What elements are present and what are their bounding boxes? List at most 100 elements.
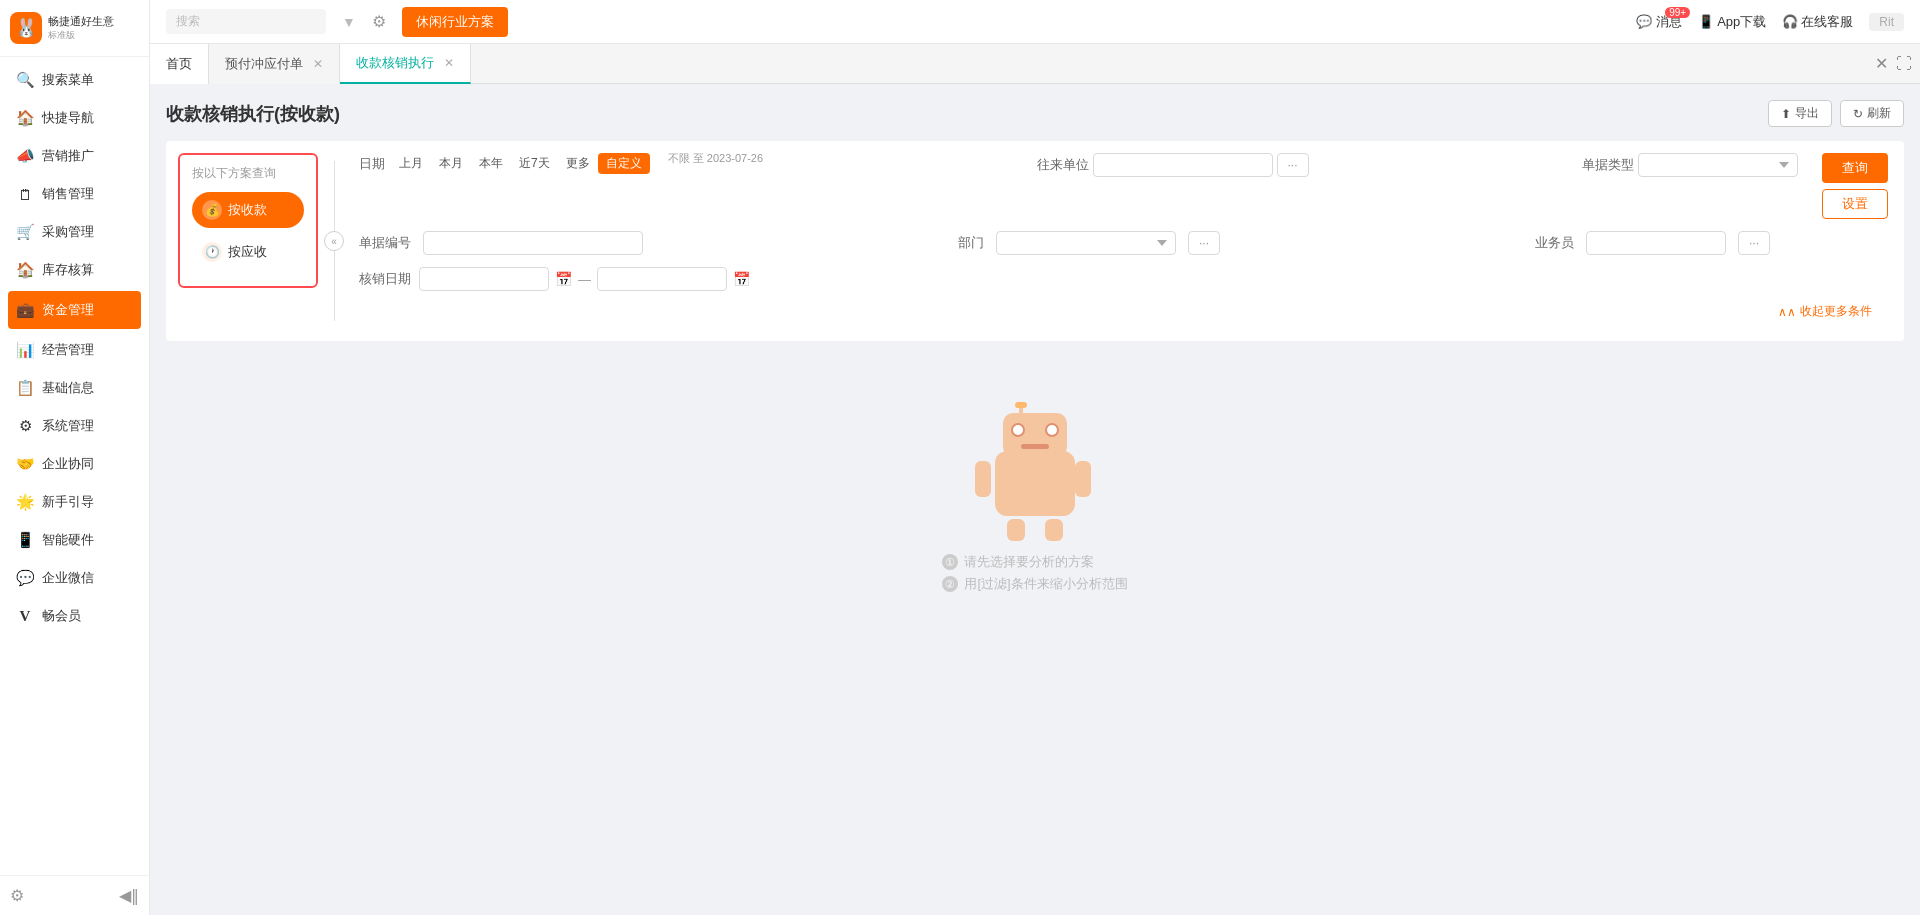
app-download-icon: 📱 bbox=[1698, 14, 1714, 29]
date-tab-more[interactable]: 更多 bbox=[558, 153, 598, 174]
tab-prepay-close[interactable]: ✕ bbox=[313, 57, 323, 71]
sidebar-item-label: 搜索菜单 bbox=[42, 71, 94, 89]
robot-eye-right bbox=[1047, 425, 1057, 435]
dept-ellipsis-btn[interactable]: ··· bbox=[1188, 231, 1220, 255]
bill-type-select[interactable] bbox=[1638, 153, 1798, 177]
verify-date-start-calendar-icon[interactable]: 📅 bbox=[555, 271, 572, 287]
verify-date-end-calendar-icon[interactable]: 📅 bbox=[733, 271, 750, 287]
main-area: 搜索 ▼ ⚙ 休闲行业方案 💬 消息 99+ 📱 App下载 🎧 在线客服 Ri… bbox=[150, 0, 1920, 915]
tab-home[interactable]: 首页 bbox=[150, 44, 209, 84]
sidebar-item-member[interactable]: V 畅会员 bbox=[0, 597, 149, 635]
sidebar-logo: 🐰 畅捷通好生意 标准版 bbox=[0, 0, 149, 57]
tab-receipt-close[interactable]: ✕ bbox=[444, 56, 454, 70]
sidebar-item-marketing[interactable]: 📣 营销推广 bbox=[0, 137, 149, 175]
sidebar-nav: 🔍 搜索菜单 🏠 快捷导航 📣 营销推广 🗒 销售管理 🛒 采购管理 🏠 库存核… bbox=[0, 57, 149, 875]
collapse-sidebar-icon[interactable]: ◀‖ bbox=[119, 886, 139, 905]
sidebar-item-operation[interactable]: 📊 经营管理 bbox=[0, 331, 149, 369]
dept-label: 部门 bbox=[958, 234, 984, 252]
collapse-more-btn[interactable]: ∧∧ 收起更多条件 bbox=[1762, 299, 1888, 328]
sidebar-item-label: 经营管理 bbox=[42, 341, 94, 359]
sales-icon: 🗒 bbox=[16, 186, 34, 203]
sidebar-item-label: 企业微信 bbox=[42, 569, 94, 587]
robot-arm-left bbox=[975, 461, 991, 497]
page-title-row: 收款核销执行(按收款) ⬆ 导出 ↻ 刷新 bbox=[166, 100, 1904, 127]
tab-close-icon[interactable]: ✕ bbox=[1875, 54, 1888, 73]
guide-icon: 🌟 bbox=[16, 493, 34, 511]
bill-num-input[interactable] bbox=[423, 231, 643, 255]
date-tabs: 上月 本月 本年 近7天 更多 自定义 bbox=[391, 153, 650, 174]
sidebar-item-purchase[interactable]: 🛒 采购管理 bbox=[0, 213, 149, 251]
topbar-search-box: 搜索 bbox=[166, 9, 326, 34]
verify-date-start-input[interactable]: 2023-03-01 bbox=[419, 267, 549, 291]
page-actions: ⬆ 导出 ↻ 刷新 bbox=[1768, 100, 1904, 127]
date-tab-7days[interactable]: 近7天 bbox=[511, 153, 558, 174]
query-button[interactable]: 查询 bbox=[1822, 153, 1888, 183]
verify-date-end-input[interactable]: 2023-07-21 bbox=[597, 267, 727, 291]
online-service-link[interactable]: 🎧 在线客服 bbox=[1782, 13, 1853, 31]
topbar-gear-icon[interactable]: ⚙ bbox=[372, 12, 386, 31]
topbar-dropdown-icon[interactable]: ▼ bbox=[342, 14, 356, 30]
date-tab-lastmonth[interactable]: 上月 bbox=[391, 153, 431, 174]
filter-option-by-receivable[interactable]: 🕐 按应收 bbox=[192, 234, 304, 270]
message-count: 99+ bbox=[1665, 7, 1690, 18]
content-area: 收款核销执行(按收款) ⬆ 导出 ↻ 刷新 按以下方案查询 💰 bbox=[150, 84, 1920, 915]
verify-date-range: 2023-03-01 📅 — 2023-07-21 📅 bbox=[419, 267, 750, 291]
date-tab-thisyear[interactable]: 本年 bbox=[471, 153, 511, 174]
empty-tip-2: ② 用[过滤]条件来缩小分析范围 bbox=[942, 575, 1127, 593]
sidebar-item-label: 库存核算 bbox=[42, 261, 94, 279]
sidebar-item-guide[interactable]: 🌟 新手引导 bbox=[0, 483, 149, 521]
staff-input[interactable] bbox=[1586, 231, 1726, 255]
sidebar-item-sales[interactable]: 🗒 销售管理 bbox=[0, 175, 149, 213]
sidebar-item-label: 畅会员 bbox=[42, 607, 81, 625]
dept-select[interactable] bbox=[996, 231, 1176, 255]
headset-icon: 🎧 bbox=[1782, 14, 1798, 29]
tab-prepay-label: 预付冲应付单 bbox=[225, 55, 303, 73]
finance-icon: 💼 bbox=[16, 301, 34, 319]
sidebar-item-system[interactable]: ⚙ 系统管理 bbox=[0, 407, 149, 445]
receipt-option-label: 按收款 bbox=[228, 201, 267, 219]
sidebar-item-inventory[interactable]: 🏠 库存核算 bbox=[0, 251, 149, 289]
robot-head bbox=[1003, 413, 1067, 457]
date-tab-custom[interactable]: 自定义 bbox=[598, 153, 650, 174]
sidebar-item-quicknav[interactable]: 🏠 快捷导航 bbox=[0, 99, 149, 137]
inventory-icon: 🏠 bbox=[16, 261, 34, 279]
app-download-link[interactable]: 📱 App下载 bbox=[1698, 13, 1766, 31]
home-icon: 🏠 bbox=[16, 109, 34, 127]
staff-ellipsis-btn[interactable]: ··· bbox=[1738, 231, 1770, 255]
sidebar-item-label: 营销推广 bbox=[42, 147, 94, 165]
sidebar-item-search[interactable]: 🔍 搜索菜单 bbox=[0, 61, 149, 99]
bill-type-label: 单据类型 bbox=[1582, 156, 1634, 174]
receivable-option-icon: 🕐 bbox=[202, 242, 222, 262]
user-info: Rit bbox=[1869, 13, 1904, 31]
sidebar-item-finance[interactable]: 💼 资金管理 bbox=[8, 291, 141, 329]
export-button[interactable]: ⬆ 导出 bbox=[1768, 100, 1832, 127]
tab-home-label: 首页 bbox=[166, 55, 192, 73]
refresh-button[interactable]: ↻ 刷新 bbox=[1840, 100, 1904, 127]
solution-button[interactable]: 休闲行业方案 bbox=[402, 7, 508, 37]
tab-receipt[interactable]: 收款核销执行 ✕ bbox=[340, 44, 471, 84]
filter-option-by-receipt[interactable]: 💰 按收款 bbox=[192, 192, 304, 228]
empty-illustration bbox=[965, 401, 1105, 541]
date-tab-thismonth[interactable]: 本月 bbox=[431, 153, 471, 174]
basicinfo-icon: 📋 bbox=[16, 379, 34, 397]
sidebar-item-basicinfo[interactable]: 📋 基础信息 bbox=[0, 369, 149, 407]
counterpart-ellipsis-btn[interactable]: ··· bbox=[1277, 153, 1309, 177]
tab-expand-icon[interactable]: ⛶ bbox=[1896, 55, 1912, 73]
collapse-up-icon: ∧∧ bbox=[1778, 305, 1796, 319]
tab-receipt-label: 收款核销执行 bbox=[356, 54, 434, 72]
sidebar-item-collab[interactable]: 🤝 企业协同 bbox=[0, 445, 149, 483]
counterpart-input[interactable] bbox=[1093, 153, 1273, 177]
robot-mouth bbox=[1021, 444, 1049, 449]
sidebar-bottom: ⚙ ◀‖ bbox=[0, 875, 149, 915]
filter-form: 日期 上月 本月 本年 近7天 更多 自定义 不限 至 2023-07-26 bbox=[339, 141, 1904, 341]
message-badge[interactable]: 💬 消息 99+ bbox=[1636, 13, 1682, 31]
settings-bottom-icon[interactable]: ⚙ bbox=[10, 886, 24, 905]
sidebar-item-wechat[interactable]: 💬 企业微信 bbox=[0, 559, 149, 597]
sidebar-item-hardware[interactable]: 📱 智能硬件 bbox=[0, 521, 149, 559]
settings-button[interactable]: 设置 bbox=[1822, 189, 1888, 219]
tab-prepay[interactable]: 预付冲应付单 ✕ bbox=[209, 44, 340, 84]
collapse-panel-button[interactable]: « bbox=[324, 231, 344, 251]
topbar: 搜索 ▼ ⚙ 休闲行业方案 💬 消息 99+ 📱 App下载 🎧 在线客服 Ri… bbox=[150, 0, 1920, 44]
date-label: 日期 bbox=[359, 155, 385, 173]
robot-arm-right bbox=[1075, 461, 1091, 497]
